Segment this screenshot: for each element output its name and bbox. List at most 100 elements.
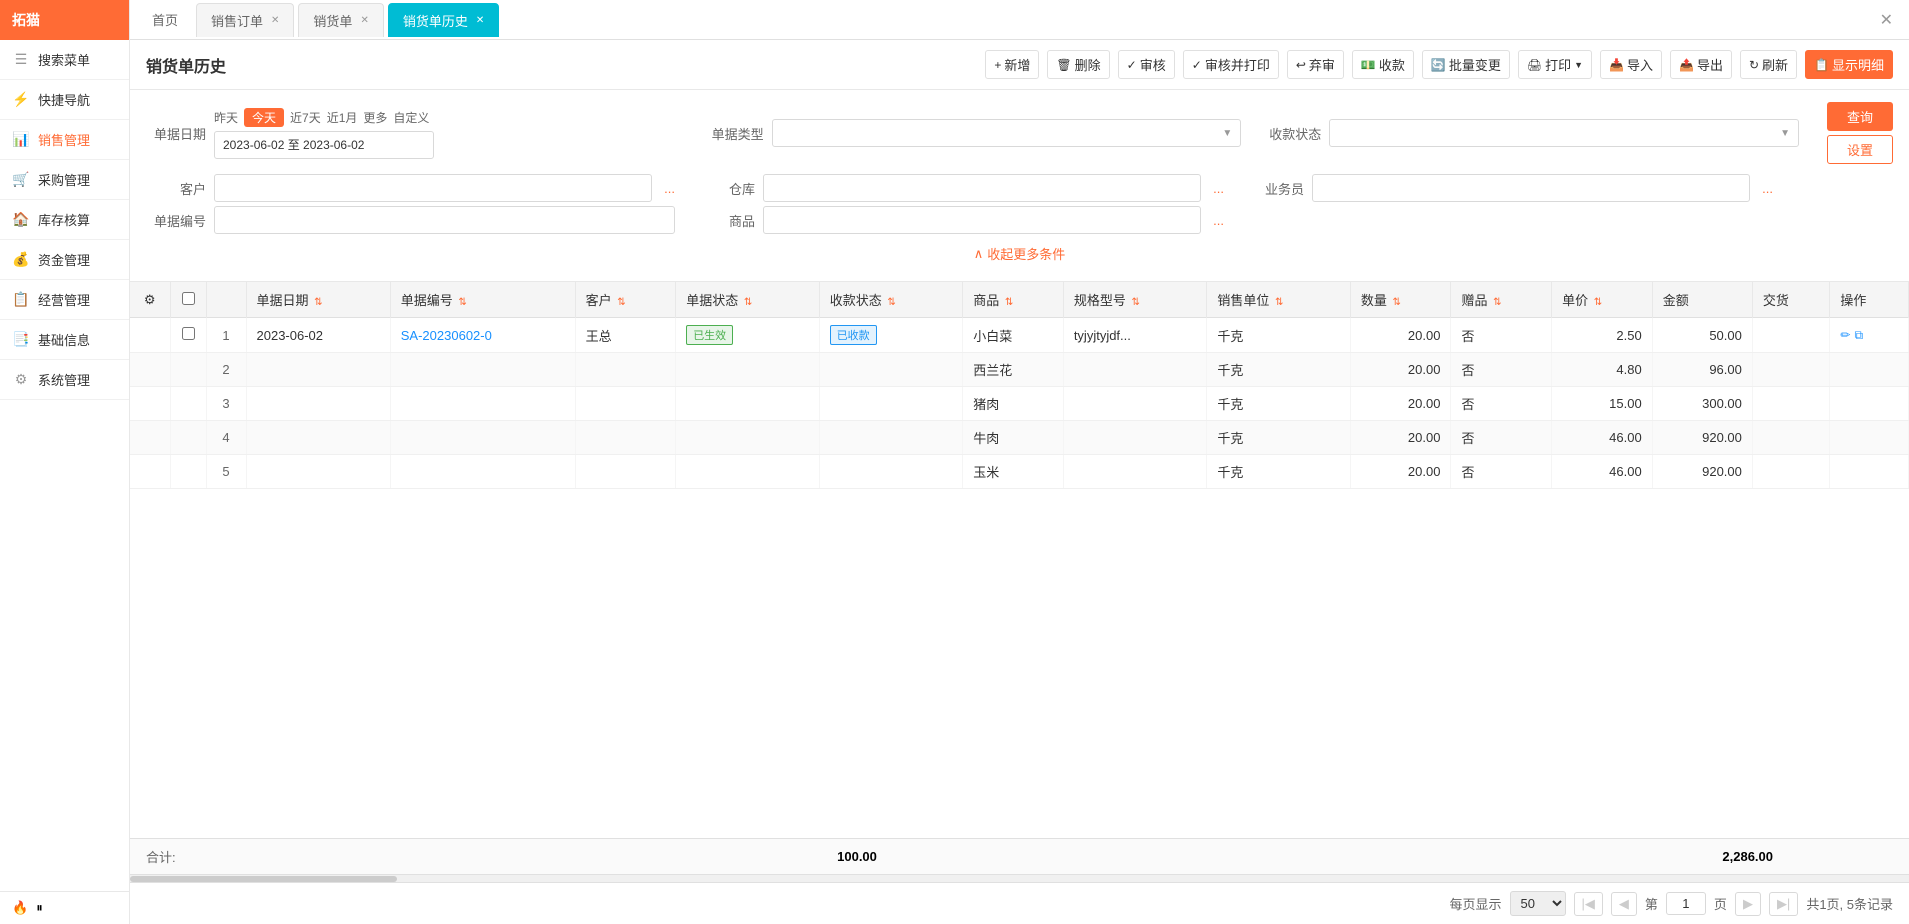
audit-button[interactable]: ✓ 审核 — [1118, 50, 1175, 79]
prev-page-btn[interactable]: ◀ — [1611, 892, 1637, 916]
date-range-input[interactable] — [214, 131, 434, 159]
collect-status-select[interactable]: ▼ — [1329, 119, 1799, 147]
row-checkbox[interactable] — [182, 327, 195, 340]
shortcut-last7[interactable]: 近7天 — [290, 109, 321, 126]
row-doc-status — [676, 455, 820, 489]
collect-status-badge: 已收款 — [830, 325, 877, 345]
row-doc-no[interactable] — [390, 387, 575, 421]
sidebar-item-label: 搜索菜单 — [38, 50, 90, 69]
sidebar-item-sales-mgmt[interactable]: 📊 销售管理 — [0, 120, 129, 160]
row-doc-no[interactable] — [390, 421, 575, 455]
close-window-btn[interactable]: ✕ — [1872, 10, 1901, 30]
doc-type-select[interactable]: ▼ — [772, 119, 1242, 147]
sidebar-item-quick-nav[interactable]: ⚡ 快捷导航 — [0, 80, 129, 120]
edit-action-btn[interactable]: ✏ — [1840, 328, 1850, 342]
th-spec[interactable]: 规格型号 ⇅ — [1063, 282, 1207, 318]
refresh-button[interactable]: ↻ 刷新 — [1740, 50, 1797, 79]
next-page-btn[interactable]: ▶ — [1735, 892, 1761, 916]
row-action — [1830, 353, 1909, 387]
date-label: 单据日期 — [146, 124, 206, 143]
th-qty[interactable]: 数量 ⇅ — [1350, 282, 1451, 318]
sidebar-item-search-menu[interactable]: ☰ 搜索菜单 — [0, 40, 129, 80]
row-doc-no[interactable] — [390, 353, 575, 387]
salesperson-input[interactable] — [1312, 174, 1750, 202]
export-button[interactable]: 📤 导出 — [1670, 50, 1732, 79]
scrollbar-thumb[interactable] — [130, 876, 397, 882]
goods-dots-btn[interactable]: ... — [1213, 213, 1224, 228]
show-detail-button[interactable]: 📋 显示明细 — [1805, 50, 1893, 79]
table-section: ⚙ 单据日期 ⇅ 单据编号 ⇅ 客户 ⇅ — [130, 282, 1909, 838]
first-page-btn[interactable]: |◀ — [1574, 892, 1603, 916]
th-customer[interactable]: 客户 ⇅ — [575, 282, 676, 318]
sidebar: 拓猫 ☰ 搜索菜单 ⚡ 快捷导航 📊 销售管理 🛒 采购管理 🏠 库存核算 💰 … — [0, 0, 130, 924]
salesperson-dots-btn[interactable]: ... — [1762, 181, 1773, 196]
select-all-checkbox[interactable] — [182, 292, 195, 305]
sort-doc-date-icon: ⇅ — [314, 297, 322, 308]
pagination: 每页显示 50 100 200 |◀ ◀ 第 页 ▶ ▶| 共1页, 5条记录 — [130, 882, 1909, 924]
customer-dots-btn[interactable]: ... — [664, 181, 675, 196]
delete-button[interactable]: 🗑 删除 — [1047, 50, 1109, 79]
collapse-more-btn[interactable]: ∧ 收起更多条件 — [146, 238, 1893, 269]
close-sales-order-tab[interactable]: ✕ — [271, 15, 279, 26]
batch-change-button[interactable]: 🔄 批量变更 — [1422, 50, 1510, 79]
doc-no-link[interactable]: SA-20230602-0 — [401, 328, 492, 343]
close-sales-goods-tab[interactable]: ✕ — [360, 15, 368, 26]
warehouse-input[interactable] — [763, 174, 1201, 202]
print-button[interactable]: 🖨 打印 ▼ — [1518, 50, 1592, 79]
shortcut-custom[interactable]: 自定义 — [393, 109, 429, 126]
goods-input[interactable] — [763, 206, 1201, 234]
discard-button[interactable]: ↩ 弃审 — [1287, 50, 1344, 79]
audit-print-button[interactable]: ✓ 审核并打印 — [1183, 50, 1279, 79]
page-size-select[interactable]: 50 100 200 — [1510, 891, 1566, 916]
th-doc-status[interactable]: 单据状态 ⇅ — [676, 282, 820, 318]
row-doc-no[interactable]: SA-20230602-0 — [390, 318, 575, 353]
import-button[interactable]: 📥 导入 — [1600, 50, 1662, 79]
row-doc-no[interactable] — [390, 455, 575, 489]
sidebar-item-purchase-mgmt[interactable]: 🛒 采购管理 — [0, 160, 129, 200]
tab-sales-order[interactable]: 销售订单 ✕ — [196, 3, 294, 37]
th-gear[interactable]: ⚙ — [130, 282, 170, 318]
filter-doc-type: 单据类型 ▼ — [704, 119, 1242, 147]
page-input[interactable] — [1666, 892, 1706, 915]
sidebar-item-basic-info[interactable]: 📑 基础信息 — [0, 320, 129, 360]
copy-action-btn[interactable]: ⧉ — [1854, 328, 1863, 342]
close-sales-history-tab[interactable]: ✕ — [476, 15, 484, 26]
th-goods[interactable]: 商品 ⇅ — [963, 282, 1064, 318]
doc-number-input[interactable] — [214, 206, 675, 234]
th-unit[interactable]: 销售单位 ⇅ — [1207, 282, 1351, 318]
new-button[interactable]: + 新增 — [985, 50, 1039, 79]
th-transaction: 交货 — [1752, 282, 1830, 318]
sort-unit-icon: ⇅ — [1275, 297, 1283, 308]
sidebar-logo: 拓猫 — [0, 0, 129, 40]
horizontal-scrollbar[interactable] — [130, 874, 1909, 882]
query-button[interactable]: 查询 — [1827, 102, 1893, 131]
tab-sales-goods[interactable]: 销货单 ✕ — [298, 3, 383, 37]
fire-icon[interactable]: 🔥 — [12, 900, 28, 916]
set-button[interactable]: 设置 — [1827, 135, 1893, 164]
shortcut-today[interactable]: 今天 — [244, 108, 284, 127]
sidebar-item-system[interactable]: ⚙ 系统管理 — [0, 360, 129, 400]
row-collect-status — [819, 387, 963, 421]
th-doc-no[interactable]: 单据编号 ⇅ — [390, 282, 575, 318]
sidebar-item-finance[interactable]: 💰 资金管理 — [0, 240, 129, 280]
th-unit-price[interactable]: 单价 ⇅ — [1552, 282, 1653, 318]
shortcut-last1m[interactable]: 近1月 — [327, 109, 358, 126]
customer-input[interactable] — [214, 174, 652, 202]
warehouse-dots-btn[interactable]: ... — [1213, 181, 1224, 196]
th-collect-status[interactable]: 收款状态 ⇅ — [819, 282, 963, 318]
tab-home[interactable]: 首页 — [138, 3, 192, 37]
tab-sales-history[interactable]: 销货单历史 ✕ — [388, 3, 499, 37]
last-page-btn[interactable]: ▶| — [1769, 892, 1798, 916]
footer-label: 合计: — [146, 847, 176, 866]
shortcut-yesterday[interactable]: 昨天 — [214, 109, 238, 126]
th-gift[interactable]: 赠品 ⇅ — [1451, 282, 1552, 318]
shortcut-more[interactable]: 更多 — [363, 109, 387, 126]
pause-icon[interactable]: ⏸ — [36, 900, 43, 916]
th-doc-date[interactable]: 单据日期 ⇅ — [246, 282, 390, 318]
th-checkbox[interactable] — [170, 282, 206, 318]
sidebar-item-inventory[interactable]: 🏠 库存核算 — [0, 200, 129, 240]
row-unit-price: 46.00 — [1552, 455, 1653, 489]
row-amount: 920.00 — [1652, 455, 1752, 489]
collect-button[interactable]: 💵 收款 — [1352, 50, 1414, 79]
sidebar-item-operations[interactable]: 📋 经营管理 — [0, 280, 129, 320]
